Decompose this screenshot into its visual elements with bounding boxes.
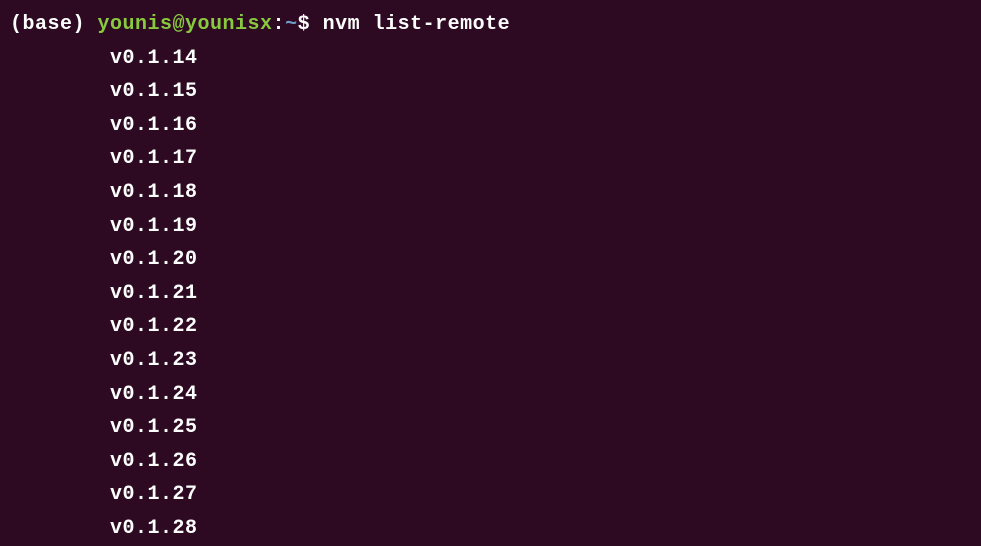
prompt-path: ~	[285, 13, 298, 36]
version-line: v0.1.27	[10, 478, 971, 512]
version-line: v0.1.21	[10, 277, 971, 311]
version-line: v0.1.15	[10, 75, 971, 109]
version-line: v0.1.24	[10, 378, 971, 412]
user-host: younis@younisx	[98, 13, 273, 36]
version-line: v0.1.20	[10, 243, 971, 277]
prompt-colon: :	[273, 13, 286, 36]
version-line: v0.1.25	[10, 411, 971, 445]
version-line: v0.1.19	[10, 210, 971, 244]
version-line: v0.1.23	[10, 344, 971, 378]
terminal-prompt-line[interactable]: (base) younis@younisx:~$ nvm list-remote	[10, 8, 971, 42]
version-line: v0.1.14	[10, 42, 971, 76]
version-line: v0.1.22	[10, 310, 971, 344]
command-text: nvm list-remote	[323, 13, 511, 36]
prompt-dollar: $	[298, 13, 323, 36]
version-line: v0.1.26	[10, 445, 971, 479]
command-output: v0.1.14 v0.1.15 v0.1.16 v0.1.17 v0.1.18 …	[10, 42, 971, 546]
version-line: v0.1.17	[10, 142, 971, 176]
version-line: v0.1.16	[10, 109, 971, 143]
version-line: v0.1.18	[10, 176, 971, 210]
version-line: v0.1.28	[10, 512, 971, 546]
env-prefix: (base)	[10, 13, 98, 36]
